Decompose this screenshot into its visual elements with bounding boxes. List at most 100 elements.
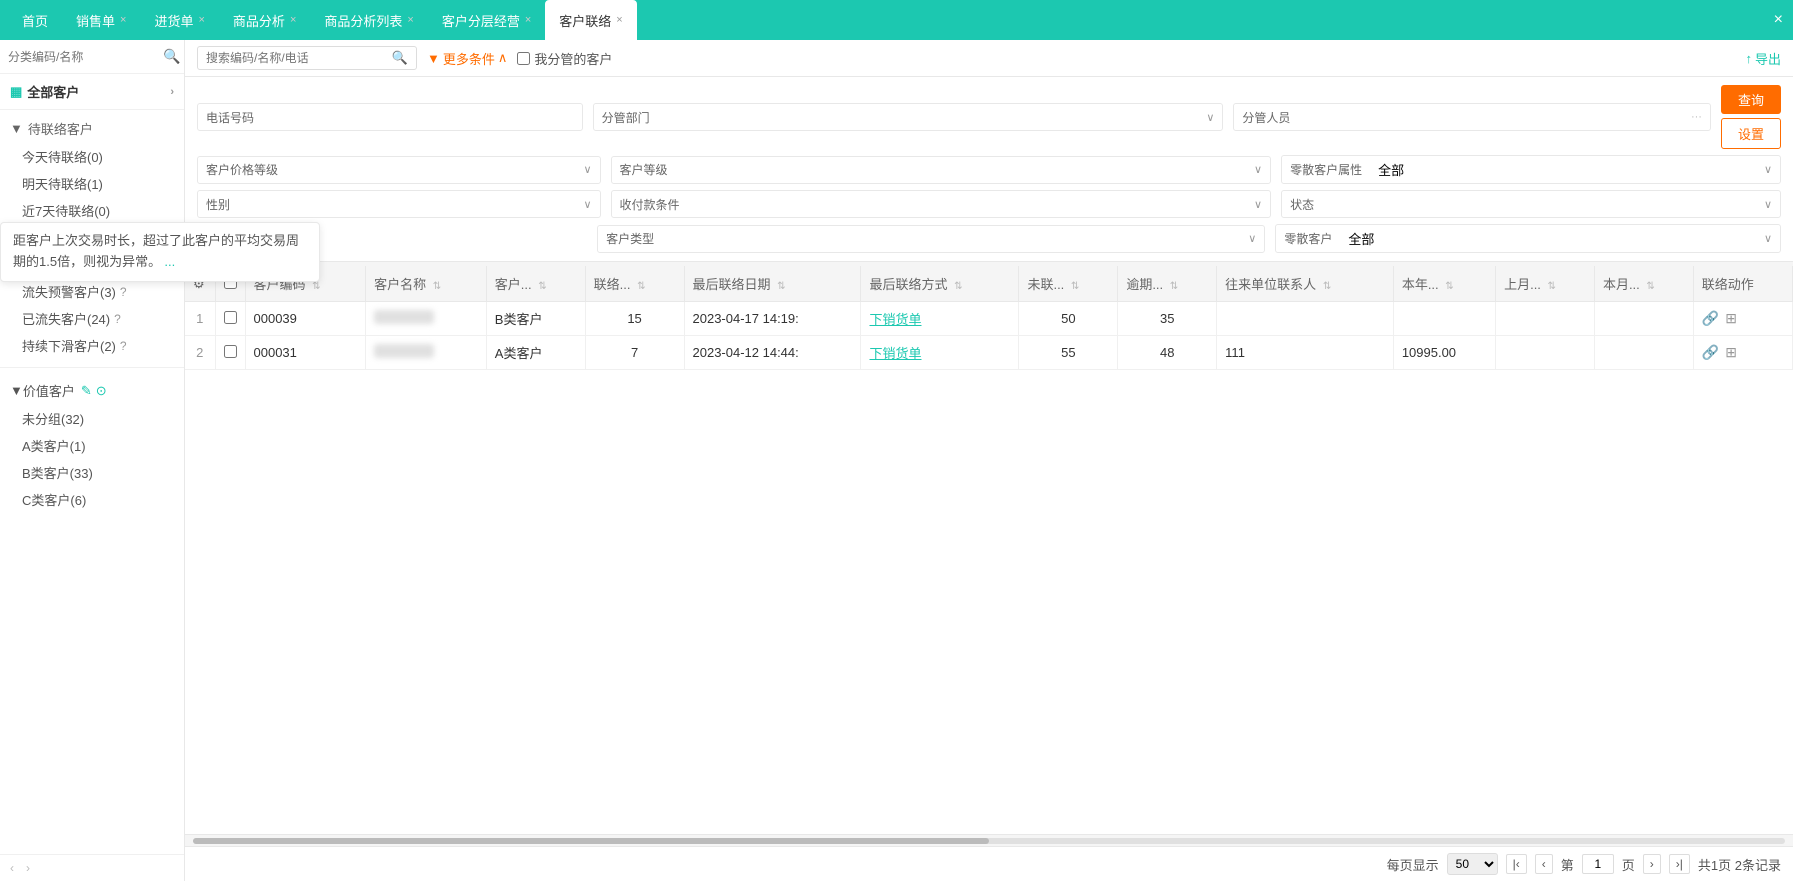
- col-this-year[interactable]: 本年... ⇅: [1393, 266, 1495, 302]
- sidebar-item-class-b[interactable]: B类客户(33): [0, 459, 184, 486]
- first-page-button[interactable]: |‹: [1506, 854, 1527, 874]
- export-button[interactable]: ↑ 导出: [1745, 49, 1781, 68]
- row-2-grid-icon[interactable]: ⊞: [1725, 344, 1737, 361]
- sub-dept-field[interactable]: 分管部门 ∨: [593, 103, 1224, 131]
- phone-field[interactable]: 电话号码: [197, 103, 583, 131]
- sidebar-left-arrow[interactable]: ‹: [4, 859, 20, 877]
- filter-search-icon[interactable]: 🔍: [392, 50, 408, 66]
- settings-icon-small[interactable]: ⊙: [96, 383, 107, 399]
- col-action: 联络动作: [1693, 266, 1792, 302]
- nav-product-analysis[interactable]: 商品分析 ×: [219, 0, 310, 40]
- sidebar-item-ungrouped[interactable]: 未分组(32): [0, 405, 184, 432]
- row-1-grid-icon[interactable]: ⊞: [1725, 310, 1737, 327]
- per-page-select[interactable]: 50 20 100 200: [1447, 853, 1498, 875]
- row-2-checkbox[interactable]: [224, 345, 237, 358]
- pending-section-header[interactable]: ▼ 待联络客户: [0, 114, 184, 143]
- sidebar-item-churn-warning[interactable]: 流失预警客户(3) ?: [0, 278, 184, 305]
- filter-row-4: 客户类型 ∨ 零散客户 全部 ∨: [197, 224, 1781, 253]
- sidebar-search-input[interactable]: [8, 50, 163, 64]
- row-2-last-method[interactable]: 下销货单: [861, 336, 1019, 370]
- next-page-button[interactable]: ›: [1643, 854, 1661, 874]
- row-1-contact-count: 15: [585, 302, 684, 336]
- sort-icon-name: ⇅: [433, 281, 441, 292]
- sidebar-search-area: 🔍: [0, 40, 184, 74]
- sidebar-item-today[interactable]: 今天待联络(0): [0, 143, 184, 170]
- customer-table: ⚙ 客户编码 ⇅ 客户名称 ⇅: [185, 266, 1793, 370]
- sidebar-item-class-c[interactable]: C类客户(6): [0, 486, 184, 513]
- col-overdue[interactable]: 逾期... ⇅: [1118, 266, 1217, 302]
- close-sales-order-icon[interactable]: ×: [120, 14, 126, 26]
- close-product-analysis-icon[interactable]: ×: [290, 14, 296, 26]
- sort-icon-contact: ⇅: [637, 281, 645, 292]
- all-customers-header[interactable]: ▦ 全部客户 ›: [0, 74, 184, 110]
- col-customer-type[interactable]: 客户... ⇅: [486, 266, 585, 302]
- col-unlisted[interactable]: 未联... ⇅: [1019, 266, 1118, 302]
- sidebar-item-declining[interactable]: 持续下滑客户(2) ?: [0, 332, 184, 359]
- prev-page-button[interactable]: ‹: [1535, 854, 1553, 874]
- col-last-month[interactable]: 上月... ⇅: [1496, 266, 1595, 302]
- sort-icon-method: ⇅: [954, 281, 962, 292]
- payment-field[interactable]: 收付款条件 ∨: [611, 190, 1272, 218]
- customer-type-field[interactable]: 客户类型 ∨: [597, 225, 1265, 253]
- sidebar-item-churned[interactable]: 已流失客户(24) ?: [0, 305, 184, 332]
- more-conditions-button[interactable]: ▼ 更多条件 ∧: [427, 49, 507, 68]
- col-customer-name[interactable]: 客户名称 ⇅: [366, 266, 487, 302]
- my-customers-checkbox[interactable]: [517, 52, 530, 65]
- my-customers-checkbox-area[interactable]: 我分管的客户: [517, 49, 612, 68]
- query-button[interactable]: 查询: [1721, 85, 1781, 114]
- nav-product-analysis-list[interactable]: 商品分析列表 ×: [310, 0, 427, 40]
- row-1-link-icon[interactable]: 🔗: [1702, 310, 1719, 327]
- table-row: 1 000039 B类客户 15 2023-04-17 14:19: 下销货单 …: [185, 302, 1793, 336]
- row-1-checkbox[interactable]: [224, 311, 237, 324]
- horizontal-scrollbar[interactable]: [185, 834, 1793, 846]
- sub-person-field[interactable]: 分管人员 ···: [1233, 103, 1711, 131]
- close-purchase-order-icon[interactable]: ×: [198, 14, 204, 26]
- row-1-contact-person: [1217, 302, 1394, 336]
- close-product-analysis-list-icon[interactable]: ×: [407, 14, 413, 26]
- sidebar-search-icon[interactable]: 🔍: [163, 48, 180, 65]
- col-last-contact-method[interactable]: 最后联络方式 ⇅: [861, 266, 1019, 302]
- nav-customer-contact[interactable]: 客户联络 ×: [545, 0, 636, 40]
- sidebar-item-7days[interactable]: 近7天待联络(0): [0, 197, 184, 224]
- filter-conditions-panel: 电话号码 分管部门 ∨ 分管人员 ··· 查询 设置: [185, 77, 1793, 262]
- row-2-name: [366, 336, 487, 370]
- sidebar-item-class-a[interactable]: A类客户(1): [0, 432, 184, 459]
- scroll-track[interactable]: [193, 838, 1785, 844]
- settings-button[interactable]: 设置: [1721, 118, 1781, 149]
- nav-sales-order[interactable]: 销售单 ×: [62, 0, 140, 40]
- pending-contact-section: ▼ 待联络客户 今天待联络(0) 明天待联络(1) 近7天待联络(0) 逾期未联…: [0, 110, 184, 363]
- gender-field[interactable]: 性别 ∨: [197, 190, 601, 218]
- row-2-link-icon[interactable]: 🔗: [1702, 344, 1719, 361]
- close-customer-contact-icon[interactable]: ×: [616, 14, 622, 26]
- row-2-checkbox-cell: [215, 336, 245, 370]
- edit-icon[interactable]: ✎: [81, 383, 92, 399]
- page-label: 第: [1561, 855, 1574, 874]
- last-page-button[interactable]: ›|: [1669, 854, 1690, 874]
- price-level-field[interactable]: 客户价格等级 ∨: [197, 156, 601, 184]
- sidebar-right-arrow[interactable]: ›: [20, 859, 36, 877]
- filter-search-input[interactable]: [206, 51, 392, 65]
- col-contact-person[interactable]: 往来单位联系人 ⇅: [1217, 266, 1394, 302]
- status-field[interactable]: 状态 ∨: [1281, 190, 1781, 218]
- page-number-input[interactable]: [1582, 854, 1614, 874]
- collapse-icon[interactable]: ›: [170, 86, 174, 98]
- churn-info-icon: ?: [120, 285, 127, 299]
- nav-customer-tier[interactable]: 客户分层经营 ×: [428, 0, 545, 40]
- sidebar-item-tomorrow[interactable]: 明天待联络(1): [0, 170, 184, 197]
- scroll-thumb[interactable]: [193, 838, 989, 844]
- retail-attr-field[interactable]: 零散客户属性 全部 ∨: [1281, 155, 1781, 184]
- retail-customer-field[interactable]: 零散客户 全部 ∨: [1275, 224, 1781, 253]
- content-area: 🔍 ▼ 更多条件 ∧ 我分管的客户 ↑ 导出 电话号码: [185, 40, 1793, 881]
- row-1-last-method[interactable]: 下销货单: [861, 302, 1019, 336]
- col-this-month[interactable]: 本月... ⇅: [1594, 266, 1693, 302]
- sub-person-dots: ···: [1691, 111, 1702, 123]
- value-section-header[interactable]: ▼ 价值客户 ✎ ⊙: [0, 376, 184, 405]
- col-contact-count[interactable]: 联络... ⇅: [585, 266, 684, 302]
- col-last-contact-date[interactable]: 最后联络日期 ⇅: [684, 266, 861, 302]
- per-page-label: 每页显示: [1387, 855, 1439, 874]
- close-all-tabs-button[interactable]: ×: [1774, 11, 1783, 29]
- nav-purchase-order[interactable]: 进货单 ×: [140, 0, 218, 40]
- close-customer-tier-icon[interactable]: ×: [525, 14, 531, 26]
- nav-home[interactable]: 首页: [8, 0, 62, 40]
- customer-level-field[interactable]: 客户等级 ∨: [611, 156, 1272, 184]
